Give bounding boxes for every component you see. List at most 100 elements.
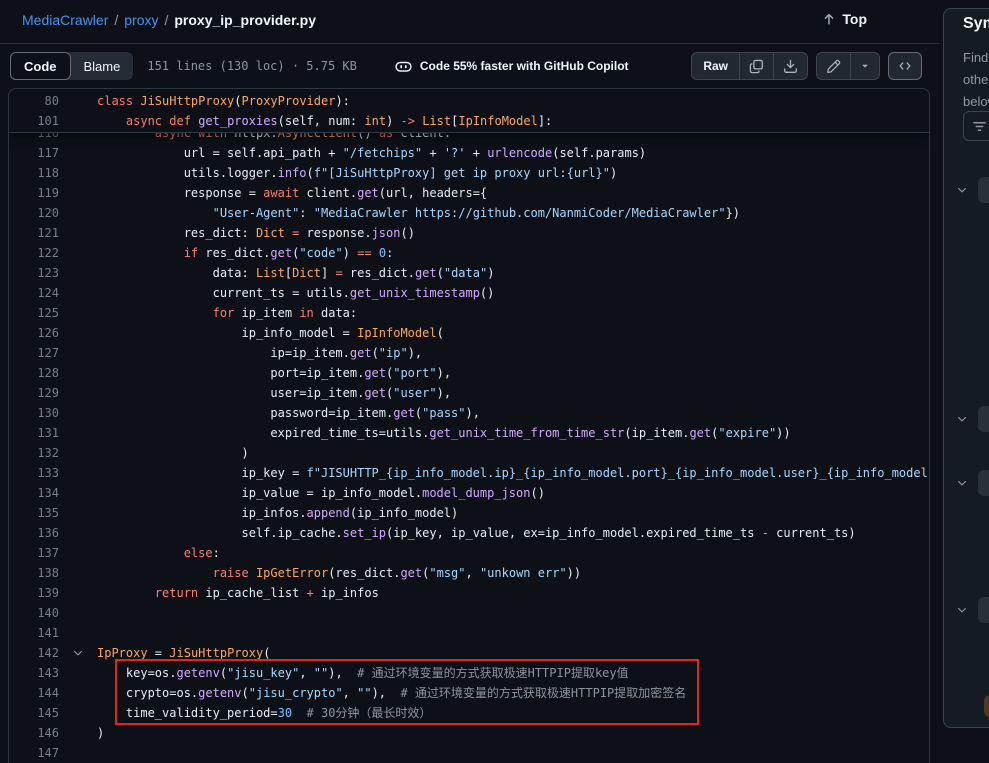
scroll-to-top-button[interactable]: Top — [822, 11, 867, 27]
breadcrumb-separator: / — [114, 12, 118, 28]
line-number[interactable]: 133 — [9, 463, 59, 483]
code-text: self.ip_cache.set_ip(ip_key, ip_value, e… — [97, 523, 856, 543]
edit-dropdown-button[interactable] — [850, 53, 879, 79]
download-raw-button[interactable] — [773, 53, 807, 79]
line-number[interactable]: 126 — [9, 323, 59, 343]
line-gutter — [59, 583, 97, 603]
code-text: ) — [97, 443, 249, 463]
symbols-panel-description: Find other below — [963, 47, 989, 113]
line-gutter — [59, 743, 97, 763]
breadcrumb-repo-link[interactable]: MediaCrawler — [22, 12, 108, 28]
tab-blame[interactable]: Blame — [71, 59, 134, 74]
code-line: 134 ip_value = ip_info_model.model_dump_… — [9, 483, 929, 503]
line-number[interactable]: 117 — [9, 143, 59, 163]
code-line: 133 ip_key = f"JISUHTTP_{ip_info_model.i… — [9, 463, 929, 483]
line-number[interactable]: 119 — [9, 183, 59, 203]
line-number[interactable]: 124 — [9, 283, 59, 303]
line-number[interactable]: 141 — [9, 623, 59, 643]
symbols-desc-line: below — [963, 91, 989, 113]
symbol-item[interactable] — [978, 597, 989, 623]
code-text: port=ip_item.get("port"), — [97, 363, 451, 383]
tab-code[interactable]: Code — [10, 52, 71, 80]
line-number[interactable]: 80 — [9, 91, 59, 111]
symbol-item-highlighted[interactable] — [984, 695, 989, 717]
code-text: utils.logger.info(f"[JiSuHttpProxy] get … — [97, 163, 617, 183]
line-number[interactable]: 128 — [9, 363, 59, 383]
code-text: async def get_proxies(self, num: int) ->… — [97, 111, 552, 131]
collapse-chevron-icon[interactable] — [59, 643, 97, 663]
symbol-item[interactable] — [978, 470, 989, 496]
raw-button-label: Raw — [701, 59, 730, 73]
code-line: 101 async def get_proxies(self, num: int… — [9, 111, 929, 131]
line-gutter — [59, 383, 97, 403]
symbol-item[interactable] — [978, 406, 989, 432]
line-number[interactable]: 139 — [9, 583, 59, 603]
code-text: ip=ip_item.get("ip"), — [97, 343, 422, 363]
symbols-sidebar: Sym Find other below — [943, 8, 989, 728]
line-number[interactable]: 132 — [9, 443, 59, 463]
symbol-item[interactable] — [978, 177, 989, 203]
line-number[interactable]: 142 — [9, 643, 59, 663]
line-number[interactable]: 120 — [9, 203, 59, 223]
line-number[interactable]: 138 — [9, 563, 59, 583]
code-text: current_ts = utils.get_unix_timestamp() — [97, 283, 494, 303]
raw-button[interactable]: Raw — [692, 53, 739, 79]
code-line: 120 "User-Agent": "MediaCrawler https://… — [9, 203, 929, 223]
line-number[interactable]: 122 — [9, 243, 59, 263]
code-text: if res_dict.get("code") == 0: — [97, 243, 393, 263]
symbols-desc-line: other — [963, 69, 989, 91]
line-gutter — [59, 683, 97, 703]
symbols-filter-button[interactable] — [963, 111, 989, 141]
line-number[interactable]: 118 — [9, 163, 59, 183]
code-text: res_dict: Dict = response.json() — [97, 223, 415, 243]
code-line: 129 user=ip_item.get("user"), — [9, 383, 929, 403]
line-number[interactable]: 137 — [9, 543, 59, 563]
code-text: ip_infos.append(ip_info_model) — [97, 503, 458, 523]
code-panel: 116 async with httpx.AsyncClient() as cl… — [8, 88, 930, 763]
line-gutter — [59, 483, 97, 503]
line-number[interactable]: 101 — [9, 111, 59, 131]
filter-icon — [972, 119, 987, 134]
copilot-banner[interactable]: Code 55% faster with GitHub Copilot — [395, 58, 629, 75]
copy-raw-button[interactable] — [739, 53, 773, 79]
chevron-down-icon[interactable] — [956, 604, 968, 616]
code-line: 119 response = await client.get(url, hea… — [9, 183, 929, 203]
line-number[interactable]: 143 — [9, 663, 59, 683]
chevron-down-icon[interactable] — [956, 413, 968, 425]
code-line: 126 ip_info_model = IpInfoModel( — [9, 323, 929, 343]
line-number[interactable]: 123 — [9, 263, 59, 283]
line-gutter — [59, 523, 97, 543]
code-line: 117 url = self.api_path + "/fetchips" + … — [9, 143, 929, 163]
edit-file-button[interactable] — [817, 53, 850, 79]
line-gutter — [59, 323, 97, 343]
symbol-row — [944, 597, 989, 625]
line-number[interactable]: 147 — [9, 743, 59, 763]
breadcrumb-dir-link[interactable]: proxy — [124, 12, 158, 28]
line-number[interactable]: 121 — [9, 223, 59, 243]
line-number[interactable]: 140 — [9, 603, 59, 623]
code-line: 124 current_ts = utils.get_unix_timestam… — [9, 283, 929, 303]
breadcrumb-separator: / — [164, 12, 168, 28]
arrow-up-icon — [822, 12, 836, 26]
line-number[interactable]: 127 — [9, 343, 59, 363]
line-number[interactable]: 134 — [9, 483, 59, 503]
code-line: 145 time_validity_period=30 # 30分钟（最长时效） — [9, 703, 929, 723]
line-number[interactable]: 130 — [9, 403, 59, 423]
chevron-down-icon[interactable] — [956, 477, 968, 489]
line-number[interactable]: 125 — [9, 303, 59, 323]
code-line: 131 expired_time_ts=utils.get_unix_time_… — [9, 423, 929, 443]
line-gutter — [59, 463, 97, 483]
line-number[interactable]: 136 — [9, 523, 59, 543]
line-gutter — [59, 111, 97, 131]
line-number[interactable]: 129 — [9, 383, 59, 403]
line-number[interactable]: 135 — [9, 503, 59, 523]
line-gutter — [59, 623, 97, 643]
code-line: 135 ip_infos.append(ip_info_model) — [9, 503, 929, 523]
line-number[interactable]: 146 — [9, 723, 59, 743]
line-number[interactable]: 144 — [9, 683, 59, 703]
line-number[interactable]: 145 — [9, 703, 59, 723]
symbols-panel-toggle-button[interactable] — [888, 52, 922, 80]
line-number[interactable]: 131 — [9, 423, 59, 443]
chevron-down-icon[interactable] — [956, 184, 968, 196]
edit-group — [816, 52, 880, 80]
